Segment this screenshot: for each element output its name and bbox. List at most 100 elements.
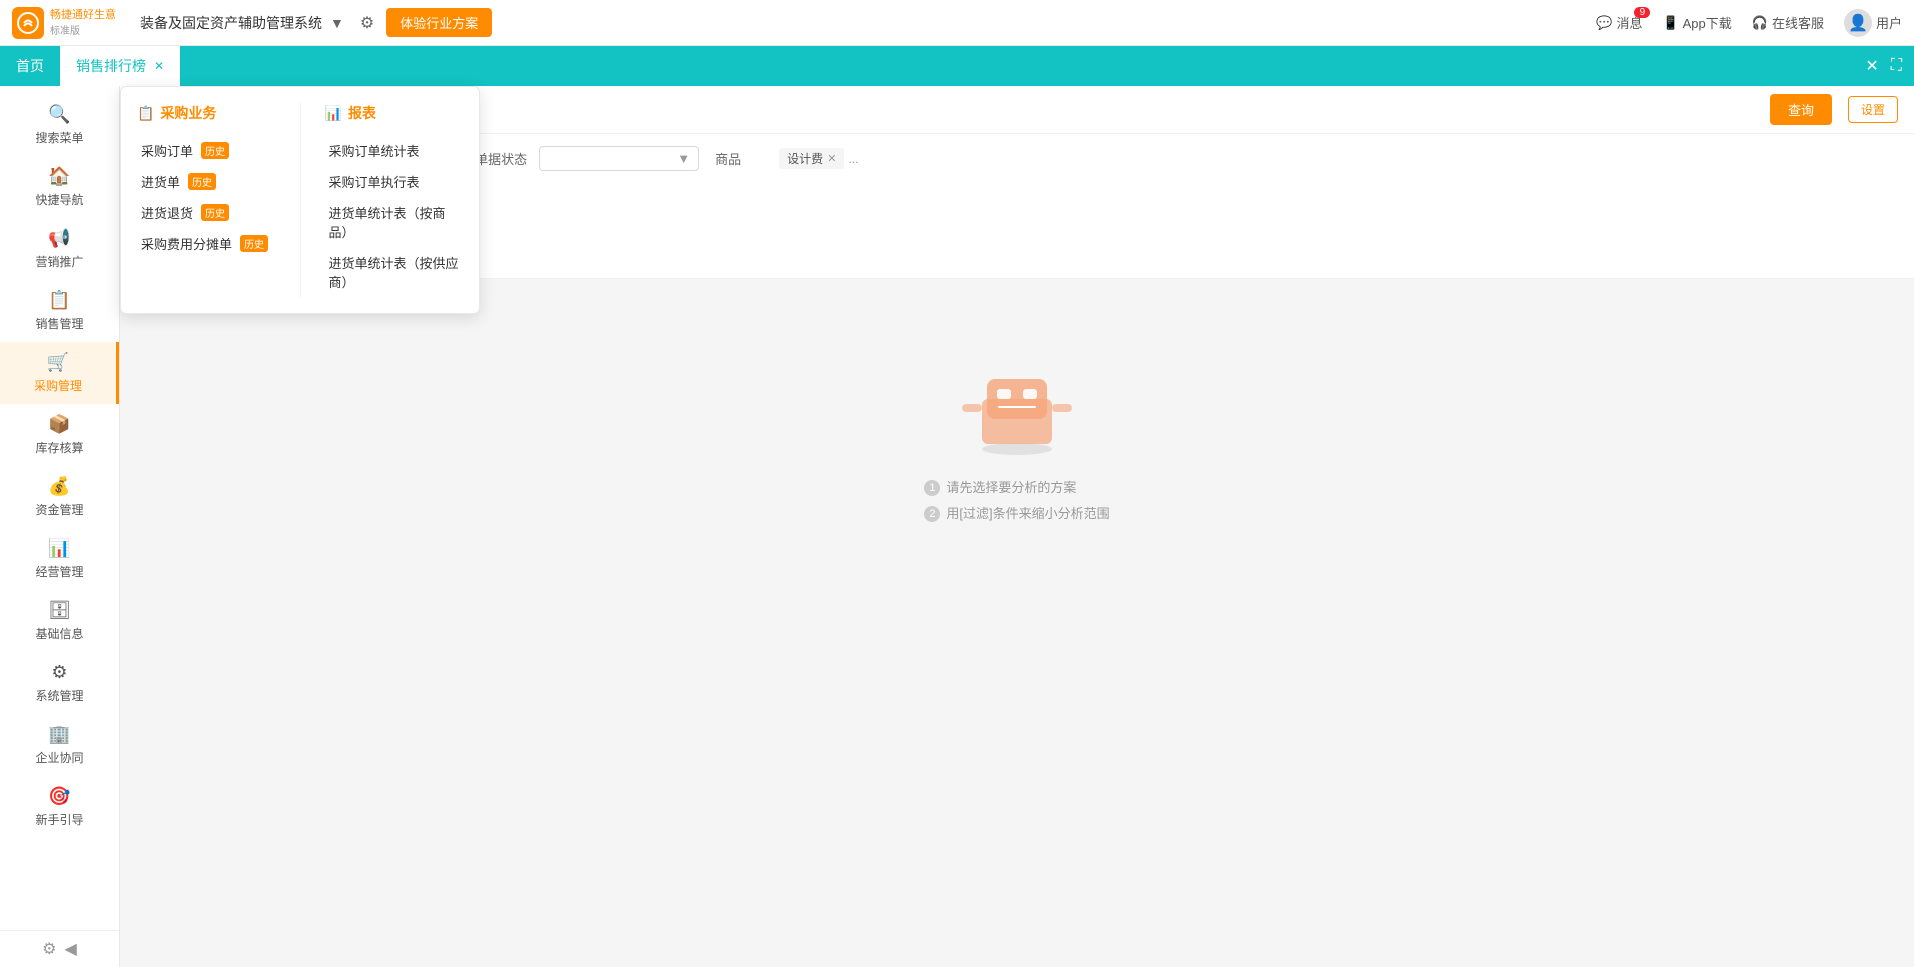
reports-col-icon: 📊 <box>325 105 342 122</box>
sidebar-item-finance[interactable]: 💰 资金管理 <box>0 466 119 528</box>
enterprise-icon: 🏢 <box>48 724 70 745</box>
user-item[interactable]: 👤 用户 <box>1844 9 1902 37</box>
system-title-text: 装备及固定资产辅助管理系统 <box>140 13 322 33</box>
tab-close-icon[interactable]: ✕ <box>154 59 164 73</box>
sidebar-item-basic-info[interactable]: 🗄 基础信息 <box>0 590 119 652</box>
mobile-icon: 📱 <box>1662 15 1678 31</box>
dropdown-item-incoming[interactable]: 进货单 历史 <box>137 166 276 197</box>
header-right: 💬 消息 9 📱 App下载 🎧 在线客服 👤 用户 <box>1596 9 1902 37</box>
basic-info-icon: 🗄 <box>48 600 71 621</box>
sidebar-item-beginner[interactable]: 🎯 新手引导 <box>0 776 119 838</box>
finance-icon: 💰 <box>48 476 70 497</box>
sidebar-item-sales[interactable]: 📋 销售管理 <box>0 280 119 342</box>
user-avatar: 👤 <box>1844 9 1872 37</box>
step2-num: 2 <box>924 506 940 522</box>
inventory-icon: 📦 <box>48 414 70 435</box>
cost-label: 采购费用分摊单 <box>141 234 232 253</box>
goods-filter-item: 商品 设计费 ✕ ... <box>715 148 915 169</box>
quick-nav-icon: 🏠 <box>48 166 70 187</box>
query-button[interactable]: 查询 <box>1770 94 1832 125</box>
sales-icon: 📋 <box>48 290 70 311</box>
goods-tag-control: 设计费 ✕ ... <box>779 148 858 169</box>
dropdown-item-po-stats[interactable]: 采购订单统计表 <box>325 135 464 166</box>
sidebar-item-quick-nav[interactable]: 🏠 快捷导航 <box>0 156 119 218</box>
sidebar-item-purchase[interactable]: 🛒 采购管理 <box>0 342 119 404</box>
sidebar-item-quick-nav-label: 快捷导航 <box>35 191 83 208</box>
incoming-history-badge: 历史 <box>188 173 216 190</box>
notification-item[interactable]: 💬 消息 9 <box>1596 13 1642 32</box>
step1-num: 1 <box>924 480 940 496</box>
sidebar-item-beginner-label: 新手引导 <box>35 811 83 828</box>
purchase-order-label: 采购订单 <box>141 141 193 160</box>
tab-close-all-icon[interactable]: ✕ <box>1861 52 1882 80</box>
voucher-status-label: 单据状态 <box>475 149 531 168</box>
sidebar-item-search-menu[interactable]: 🔍 搜索菜单 <box>0 94 119 156</box>
po-exec-label: 采购订单执行表 <box>329 172 420 191</box>
reports-col-title-text: 报表 <box>348 103 376 123</box>
empty-state: 1 请先选择要分析的方案 2 用[过滤]条件来缩小分析范围 <box>120 279 1914 607</box>
voucher-status-control[interactable]: ▼ <box>539 146 699 171</box>
purchase-dropdown-menu: 📋 采购业务 采购订单 历史 进货单 历史 进货退货 历史 采购费用分摊单 历史… <box>120 86 480 314</box>
goods-label: 商品 <box>715 149 771 168</box>
goods-tag-more[interactable]: ... <box>848 152 858 166</box>
online-service-item[interactable]: 🎧 在线客服 <box>1752 13 1824 32</box>
tab-bar-right: ✕ ⛶ <box>1861 52 1914 80</box>
dropdown-item-cost[interactable]: 采购费用分摊单 历史 <box>137 228 276 259</box>
user-label: 用户 <box>1876 13 1902 32</box>
dropdown-item-incoming-stats-supplier[interactable]: 进货单统计表（按供应商） <box>325 247 464 297</box>
purchase-col-title-text: 采购业务 <box>160 103 216 123</box>
beginner-icon: 🎯 <box>48 786 70 807</box>
sidebar-collapse-icon[interactable]: ◀ <box>65 939 77 959</box>
sidebar-item-inventory-label: 库存核算 <box>35 439 83 456</box>
sidebar-item-enterprise[interactable]: 🏢 企业协同 <box>0 714 119 776</box>
sidebar-item-enterprise-label: 企业协同 <box>35 749 83 766</box>
dropdown-divider <box>300 103 301 297</box>
system-settings-icon[interactable]: ⚙ <box>360 13 374 33</box>
sidebar-item-system[interactable]: ⚙ 系统管理 <box>0 652 119 714</box>
headset-icon: 🎧 <box>1752 15 1768 31</box>
empty-illustration <box>957 359 1077 459</box>
tab-sales-ranking-label: 销售排行榜 <box>76 56 146 76</box>
logo-icon <box>12 7 44 39</box>
tab-home[interactable]: 首页 <box>0 46 60 86</box>
online-service-label: 在线客服 <box>1772 13 1824 32</box>
system-title-dropdown-icon[interactable]: ▼ <box>330 15 344 31</box>
purchase-col-icon: 📋 <box>137 105 154 122</box>
sidebar-item-operations-label: 经营管理 <box>35 563 83 580</box>
settings-small-button[interactable]: 设置 <box>1848 96 1898 123</box>
app-download-item[interactable]: 📱 App下载 <box>1662 13 1731 32</box>
notification-icon: 💬 <box>1596 15 1612 31</box>
goods-tag-label: 设计费 <box>787 150 823 167</box>
goods-tag-design-fee: 设计费 ✕ <box>779 148 844 169</box>
return-label: 进货退货 <box>141 203 193 222</box>
industry-btn[interactable]: 体验行业方案 <box>386 8 492 37</box>
purchase-icon: 🛒 <box>47 352 69 373</box>
sidebar-item-marketing[interactable]: 📢 营销推广 <box>0 218 119 280</box>
logo-badge: 标准版 <box>50 22 116 37</box>
sidebar-item-sales-label: 销售管理 <box>35 315 83 332</box>
sidebar-item-inventory[interactable]: 📦 库存核算 <box>0 404 119 466</box>
logo-text: 畅捷通好生意 <box>50 8 116 22</box>
top-header: 畅捷通好生意 标准版 装备及固定资产辅助管理系统 ▼ ⚙ 体验行业方案 💬 消息… <box>0 0 1914 46</box>
dropdown-item-incoming-stats-goods[interactable]: 进货单统计表（按商品） <box>325 197 464 247</box>
tab-home-label: 首页 <box>16 56 44 76</box>
sidebar-item-purchase-label: 采购管理 <box>34 377 82 394</box>
goods-tag-close-icon[interactable]: ✕ <box>827 152 836 165</box>
sidebar-item-system-label: 系统管理 <box>35 687 83 704</box>
sidebar-item-operations[interactable]: 📊 经营管理 <box>0 528 119 590</box>
sidebar-settings-icon[interactable]: ⚙ <box>42 939 56 959</box>
empty-line1: 请先选择要分析的方案 <box>946 475 1076 501</box>
search-menu-icon: 🔍 <box>48 104 70 125</box>
dropdown-item-purchase-order[interactable]: 采购订单 历史 <box>137 135 276 166</box>
purchase-order-history-badge: 历史 <box>201 142 229 159</box>
tab-bar: 首页 销售排行榜 ✕ ✕ ⛶ <box>0 46 1914 86</box>
system-icon: ⚙ <box>51 662 67 683</box>
dropdown-item-return[interactable]: 进货退货 历史 <box>137 197 276 228</box>
tab-maximize-icon[interactable]: ⛶ <box>1887 53 1906 79</box>
operations-icon: 📊 <box>48 538 70 559</box>
dropdown-item-po-exec[interactable]: 采购订单执行表 <box>325 166 464 197</box>
sidebar-item-basic-info-label: 基础信息 <box>35 625 83 642</box>
marketing-icon: 📢 <box>48 228 70 249</box>
tab-sales-ranking[interactable]: 销售排行榜 ✕ <box>60 46 180 86</box>
incoming-stats-supplier-label: 进货单统计表（按供应商） <box>329 253 460 291</box>
